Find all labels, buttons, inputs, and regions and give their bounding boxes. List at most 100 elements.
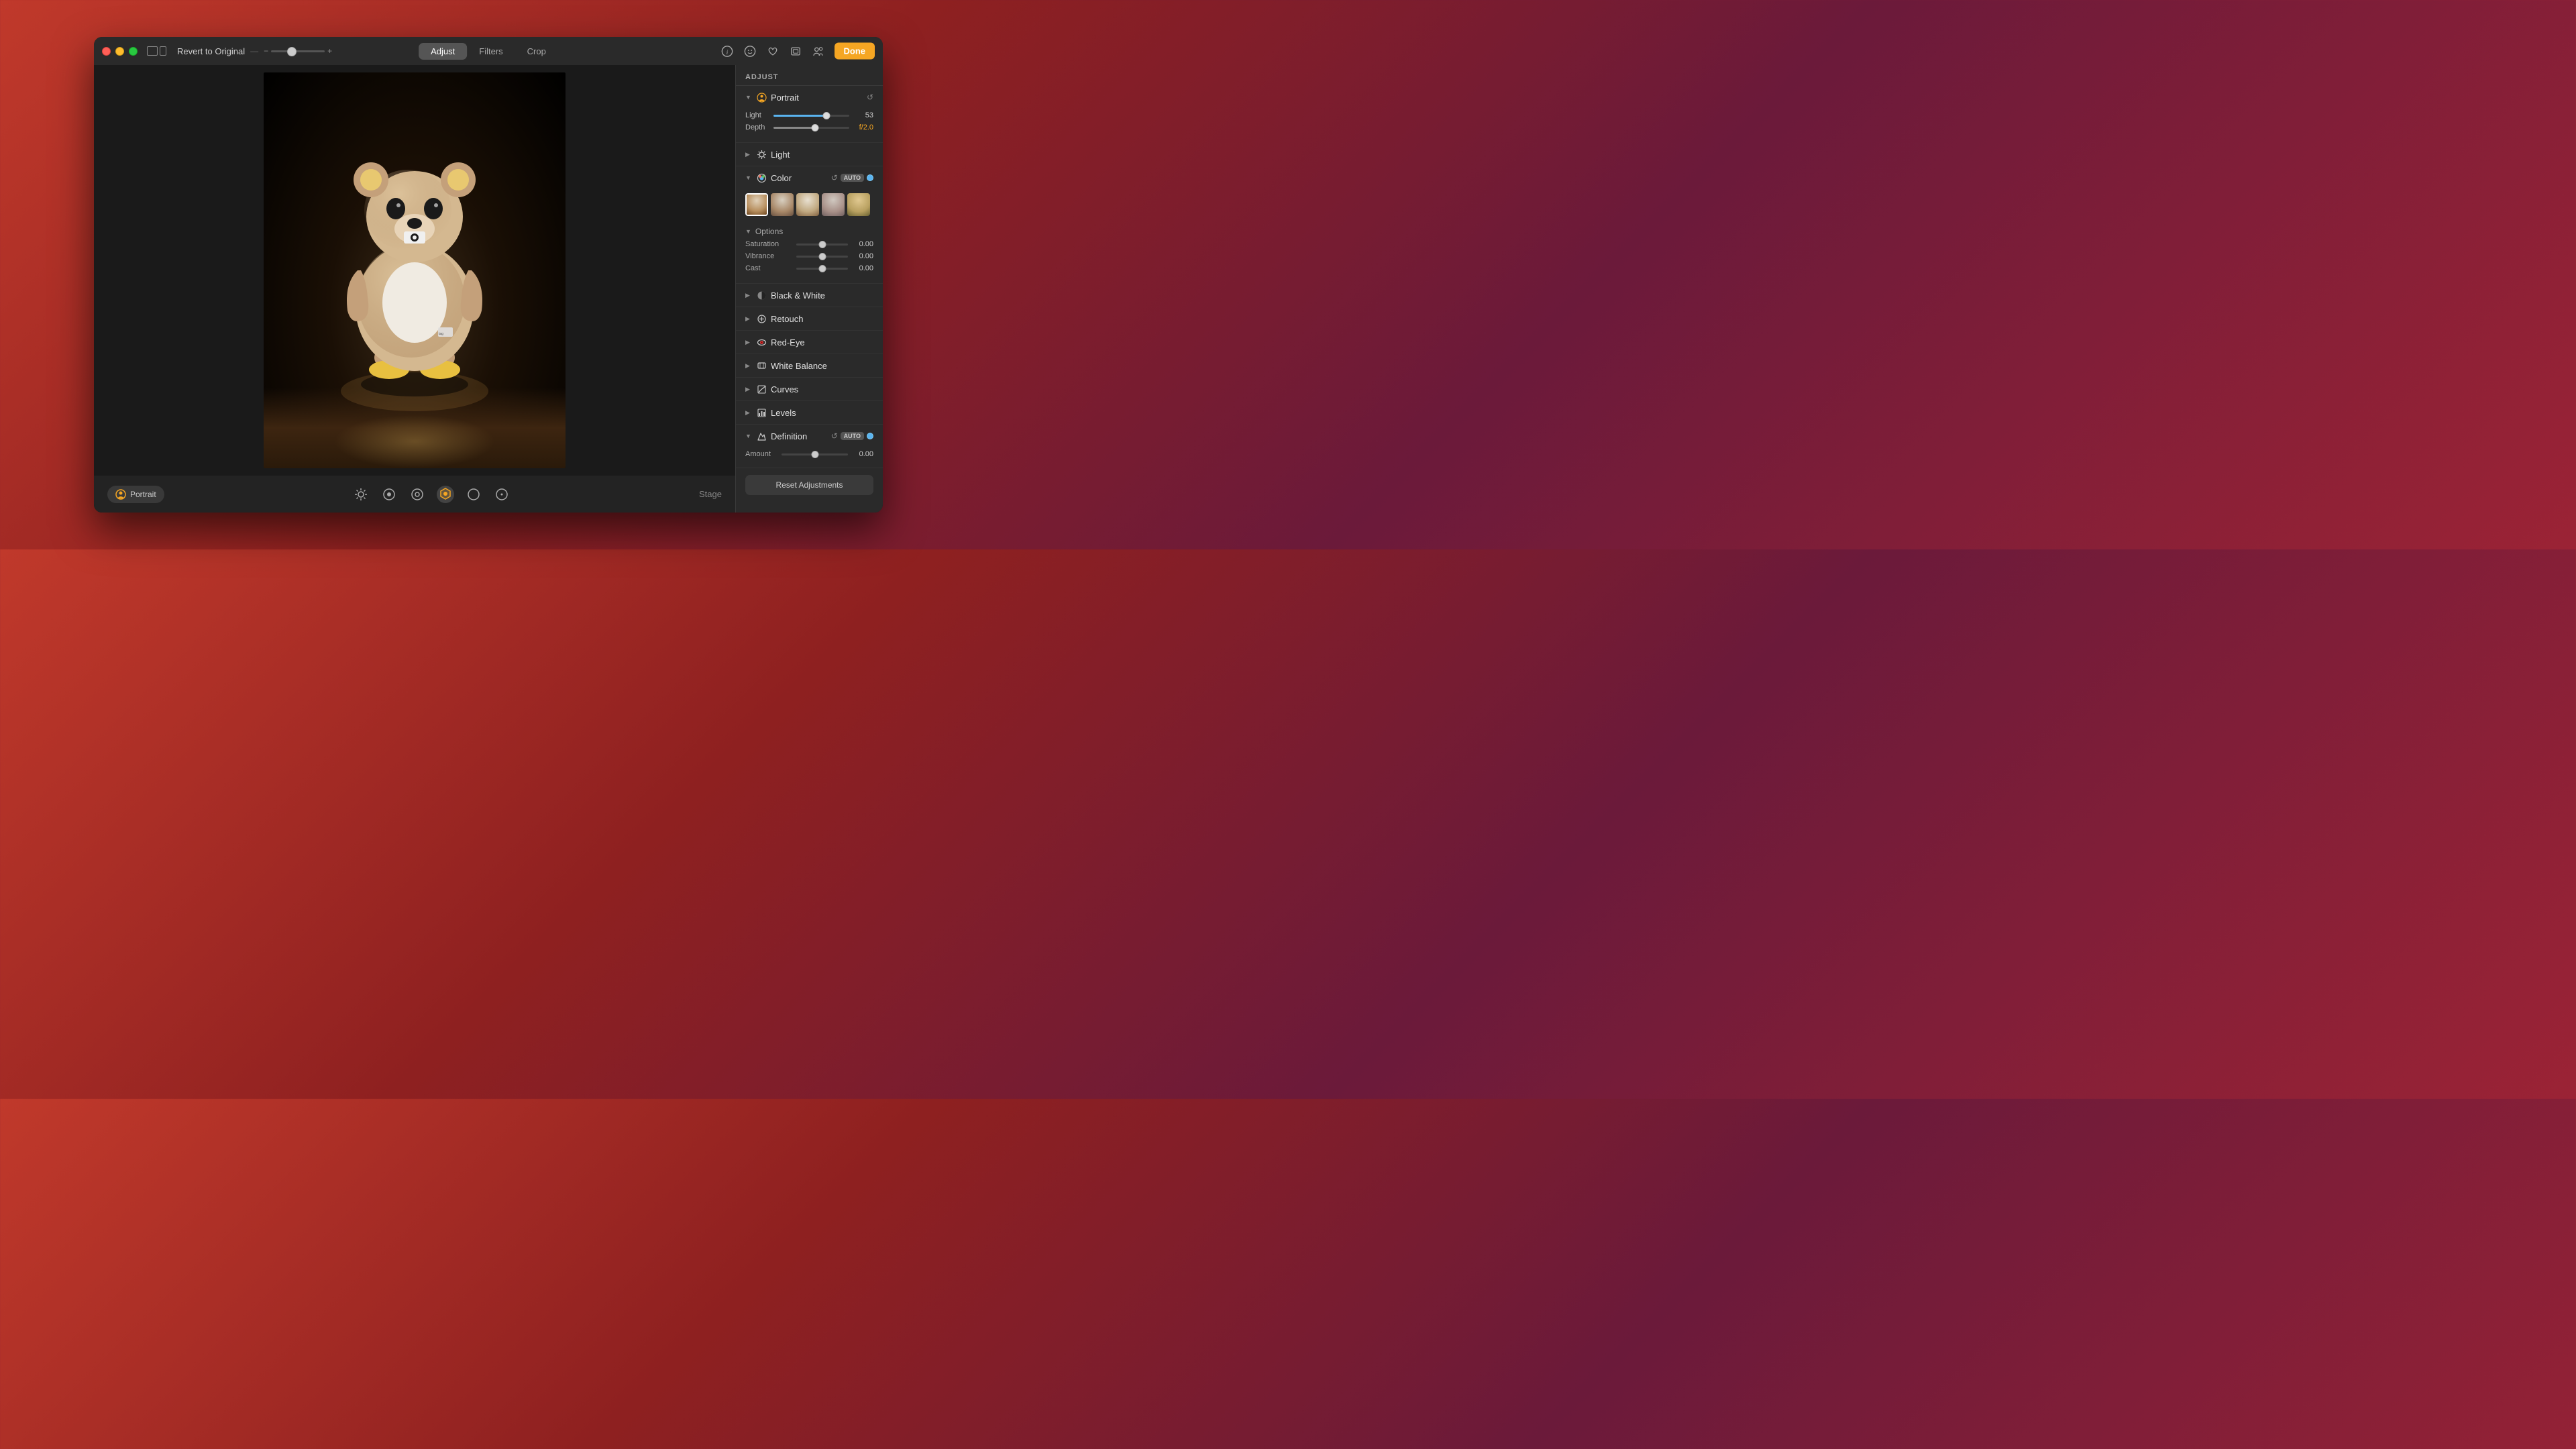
color-thumb-1[interactable] bbox=[745, 193, 768, 216]
depth-fill bbox=[773, 127, 815, 129]
color-thumb-5[interactable] bbox=[847, 193, 870, 216]
right-panel: ADJUST ▼ Portrait ↺ bbox=[735, 65, 883, 513]
portrait-section-body: Light 53 Depth f/2. bbox=[736, 109, 883, 142]
tab-crop[interactable]: Crop bbox=[515, 43, 558, 60]
color-thumb-2[interactable] bbox=[771, 193, 794, 216]
section-redeye-header[interactable]: ▶ Red-Eye bbox=[736, 331, 883, 354]
tool-hex[interactable] bbox=[437, 486, 454, 503]
light-section-icon bbox=[756, 149, 767, 160]
section-definition: ▼ Definition ↺ AUTO Amount bbox=[736, 425, 883, 468]
portrait-depth-row: Depth f/2.0 bbox=[745, 123, 873, 131]
slider-thumb[interactable] bbox=[287, 47, 297, 56]
section-curves-header[interactable]: ▶ Curves bbox=[736, 378, 883, 400]
section-wb: ▶ White Balance bbox=[736, 354, 883, 378]
section-definition-header[interactable]: ▼ Definition ↺ AUTO bbox=[736, 425, 883, 447]
svg-text:i: i bbox=[726, 49, 728, 56]
saturation-label: Saturation bbox=[745, 240, 791, 248]
bear-photo: tag bbox=[264, 72, 566, 468]
vibrance-thumb[interactable] bbox=[818, 253, 826, 260]
tool-sun[interactable] bbox=[352, 486, 370, 503]
revert-button[interactable]: Revert to Original bbox=[177, 46, 245, 56]
section-retouch-header[interactable]: ▶ Retouch bbox=[736, 307, 883, 330]
share-icon[interactable] bbox=[743, 44, 757, 58]
section-light: ▶ Light bbox=[736, 143, 883, 166]
color-thumb-3[interactable] bbox=[796, 193, 819, 216]
depth-thumb[interactable] bbox=[812, 124, 819, 131]
cast-row: Cast 0.00 bbox=[745, 264, 873, 274]
history-slider[interactable]: − + bbox=[264, 46, 332, 56]
cast-thumb[interactable] bbox=[818, 265, 826, 272]
depth-value: f/2.0 bbox=[853, 123, 873, 131]
photo-toolbar: Portrait bbox=[94, 476, 735, 513]
done-button[interactable]: Done bbox=[835, 43, 875, 60]
slider-minus-icon: − bbox=[264, 46, 268, 56]
section-bw-header[interactable]: ▶ Black & White bbox=[736, 284, 883, 307]
tool-dot-circle[interactable] bbox=[493, 486, 511, 503]
portrait-chevron: ▼ bbox=[745, 94, 752, 101]
levels-section-title: Levels bbox=[771, 408, 873, 418]
window-layout-controls bbox=[147, 46, 166, 56]
wb-section-title: White Balance bbox=[771, 361, 873, 371]
definition-amount-label: Amount bbox=[745, 450, 776, 458]
section-curves: ▶ Curves bbox=[736, 378, 883, 401]
bw-section-icon bbox=[756, 290, 767, 301]
definition-amount-row: Amount 0.00 bbox=[745, 450, 873, 458]
photo-viewer[interactable]: tag bbox=[94, 65, 735, 476]
color-thumb-4[interactable] bbox=[822, 193, 845, 216]
maximize-button[interactable] bbox=[129, 47, 138, 56]
people-icon[interactable] bbox=[812, 44, 825, 58]
info-icon[interactable]: i bbox=[720, 44, 734, 58]
minimize-button[interactable] bbox=[115, 47, 124, 56]
options-expand[interactable]: ▼ Options bbox=[745, 224, 873, 240]
vibrance-value: 0.00 bbox=[853, 252, 873, 260]
section-color-header[interactable]: ▼ Color ↺ AUTO bbox=[736, 166, 883, 189]
definition-undo-icon[interactable]: ↺ bbox=[831, 431, 838, 441]
section-portrait-header[interactable]: ▼ Portrait ↺ bbox=[736, 86, 883, 109]
depth-label: Depth bbox=[745, 123, 769, 131]
bear-illustration: tag bbox=[307, 129, 522, 411]
light-section-title: Light bbox=[771, 150, 873, 160]
portrait-badge[interactable]: Portrait bbox=[107, 486, 164, 503]
definition-slider[interactable] bbox=[782, 453, 848, 455]
portrait-light-row: Light 53 bbox=[745, 111, 873, 119]
curves-section-icon bbox=[756, 384, 767, 394]
light-slider-track[interactable] bbox=[773, 115, 849, 117]
revert-section: Revert to Original — − + bbox=[177, 46, 332, 56]
separator: — bbox=[250, 46, 258, 56]
cast-label: Cast bbox=[745, 264, 791, 272]
retouch-section-icon bbox=[756, 313, 767, 324]
definition-section-body: Amount 0.00 bbox=[736, 447, 883, 468]
slider-track[interactable] bbox=[271, 50, 325, 52]
close-button[interactable] bbox=[102, 47, 111, 56]
portrait-label: Portrait bbox=[130, 490, 156, 499]
color-chevron: ▼ bbox=[745, 174, 752, 181]
reset-adjustments-button[interactable]: Reset Adjustments bbox=[745, 475, 873, 495]
section-wb-header[interactable]: ▶ White Balance bbox=[736, 354, 883, 377]
tool-circle-dot[interactable] bbox=[380, 486, 398, 503]
layout-toggle[interactable] bbox=[147, 46, 166, 56]
vibrance-slider[interactable] bbox=[796, 256, 848, 258]
light-thumb[interactable] bbox=[823, 112, 830, 119]
vibrance-label: Vibrance bbox=[745, 252, 791, 260]
saturation-slider[interactable] bbox=[796, 244, 848, 246]
favorite-icon[interactable] bbox=[766, 44, 780, 58]
section-levels-header[interactable]: ▶ Levels bbox=[736, 401, 883, 424]
color-undo-icon[interactable]: ↺ bbox=[831, 173, 838, 182]
portrait-section-icon bbox=[756, 92, 767, 103]
tool-circle2[interactable] bbox=[465, 486, 482, 503]
tab-adjust[interactable]: Adjust bbox=[419, 43, 467, 60]
cast-slider[interactable] bbox=[796, 268, 848, 270]
tool-target[interactable] bbox=[409, 486, 426, 503]
portrait-section-title: Portrait bbox=[771, 93, 863, 103]
slider-plus-icon: + bbox=[327, 46, 332, 56]
definition-thumb[interactable] bbox=[811, 451, 818, 458]
color-thumbnails bbox=[736, 189, 883, 221]
photos-icon[interactable] bbox=[789, 44, 802, 58]
light-fill bbox=[773, 115, 826, 117]
portrait-undo-icon[interactable]: ↺ bbox=[867, 93, 873, 102]
saturation-thumb[interactable] bbox=[818, 241, 826, 248]
section-light-header[interactable]: ▶ Light bbox=[736, 143, 883, 166]
depth-slider-track[interactable] bbox=[773, 127, 849, 129]
tab-filters[interactable]: Filters bbox=[467, 43, 515, 60]
redeye-section-title: Red-Eye bbox=[771, 337, 873, 347]
